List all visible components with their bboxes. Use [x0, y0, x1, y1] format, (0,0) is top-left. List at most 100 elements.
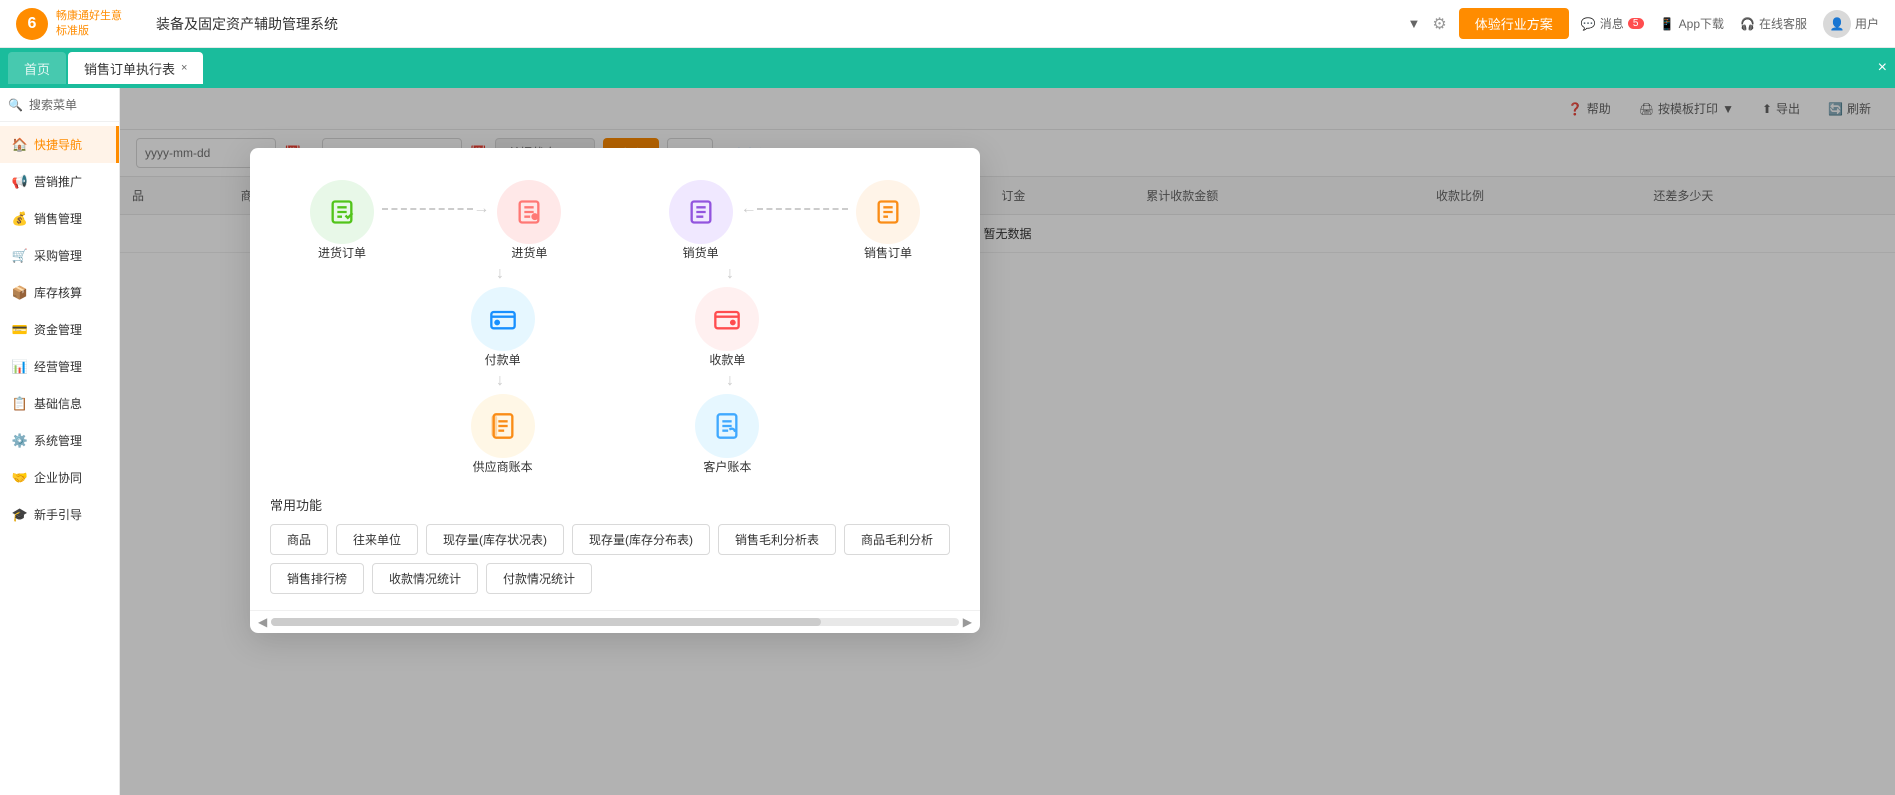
scroll-thumb [271, 618, 821, 626]
system-title: 装备及固定资产辅助管理系统 [156, 14, 1396, 34]
content-area: ❓ 帮助 🖨 按模板打印 ▼ ⬆ 导出 🔄 刷新 📅 - 📅 [120, 88, 1895, 795]
arrow-purchase-order-to-bill: → [374, 200, 497, 218]
sidebar-item-quick-nav[interactable]: 🏠 快捷导航 [0, 126, 119, 163]
user-btn[interactable]: 👤 用户 [1823, 10, 1879, 38]
scroll-right-arrow[interactable]: ▶ [963, 615, 972, 629]
home-icon: 🏠 [12, 137, 28, 153]
tab-sales-order[interactable]: 销售订单执行表 × [68, 52, 203, 84]
settings-icon[interactable]: ⚙ [1432, 14, 1446, 34]
phone-icon: 📱 [1660, 17, 1675, 31]
marketing-icon: 📢 [12, 174, 28, 190]
message-btn[interactable]: 💬 消息 5 [1581, 15, 1644, 32]
receipt-icon [695, 287, 759, 351]
customer-ledger-label: 客户账本 [703, 458, 751, 475]
top-header: 6 畅康通好生意 标准版 装备及固定资产辅助管理系统 ▼ ⚙ 体验行业方案 💬 … [0, 0, 1895, 48]
tab-close-icon[interactable]: × [181, 62, 187, 74]
customer-ledger-node[interactable]: 客户账本 [695, 394, 759, 475]
sidebar-item-inventory[interactable]: 📦 库存核算 [0, 274, 119, 311]
purchase-order-label: 进货订单 [318, 244, 366, 261]
func-payment-stats[interactable]: 付款情况统计 [486, 563, 592, 594]
sale-bill-label: 销货单 [683, 244, 719, 261]
app-download-btn[interactable]: 📱 App下载 [1660, 15, 1724, 32]
payment-icon [471, 287, 535, 351]
search-icon: 🔍 [8, 98, 23, 112]
avatar: 👤 [1823, 10, 1851, 38]
func-product[interactable]: 商品 [270, 524, 328, 555]
func-sales-profit-analysis[interactable]: 销售毛利分析表 [718, 524, 836, 555]
receipt-label: 收款单 [709, 351, 745, 368]
supplier-ledger-icon [471, 394, 535, 458]
operation-icon: 📊 [12, 359, 28, 375]
sidebar-item-finance[interactable]: 💳 资金管理 [0, 311, 119, 348]
close-all-tabs-icon[interactable]: × [1878, 59, 1887, 77]
scroll-left-arrow[interactable]: ◀ [258, 615, 267, 629]
customer-ledger-icon [695, 394, 759, 458]
functions-title: 常用功能 [270, 495, 960, 514]
functions-section: 常用功能 商品 往来单位 现存量(库存状况表) 现存量(库存分布表) 销售毛利分… [250, 495, 980, 610]
down-arrow-receipt: ↓ [690, 372, 770, 390]
sidebar-item-marketing[interactable]: 📢 营销推广 [0, 163, 119, 200]
payment-label: 付款单 [485, 351, 521, 368]
supplier-ledger-label: 供应商账本 [473, 458, 533, 475]
purchase-order-node[interactable]: 进货订单 [310, 180, 374, 261]
func-counterpart[interactable]: 往来单位 [336, 524, 418, 555]
info-icon: 📋 [12, 396, 28, 412]
sidebar-item-system[interactable]: ⚙️ 系统管理 [0, 422, 119, 459]
sidebar-nav: 🏠 快捷导航 📢 营销推广 💰 销售管理 🛒 采购管理 📦 库存核算 💳 [0, 122, 119, 537]
system-dropdown[interactable]: ▼ [1408, 16, 1421, 31]
inventory-icon: 📦 [12, 285, 28, 301]
sale-order-icon [856, 180, 920, 244]
enterprise-icon: 🤝 [12, 470, 28, 486]
sidebar-item-purchase[interactable]: 🛒 采购管理 [0, 237, 119, 274]
sidebar-item-sales[interactable]: 💰 销售管理 [0, 200, 119, 237]
functions-grid-2: 销售排行榜 收款情况统计 付款情况统计 [270, 563, 960, 594]
supplier-ledger-node[interactable]: 供应商账本 [471, 394, 535, 475]
sales-icon: 💰 [12, 211, 28, 227]
flow-down-arrows-2: ↓ ↓ [290, 372, 940, 390]
down-arrow-payment: ↓ [460, 372, 540, 390]
sale-bill-node[interactable]: 销货单 [669, 180, 733, 261]
sidebar: 🔍 搜索菜单 🏠 快捷导航 📢 营销推广 💰 销售管理 🛒 采购管理 📦 [0, 88, 120, 795]
sidebar-item-basic-info[interactable]: 📋 基础信息 [0, 385, 119, 422]
online-service-btn[interactable]: 🎧 在线客服 [1740, 15, 1807, 32]
quick-nav-modal: 进货订单 → 进货单 [250, 148, 980, 633]
header-right: 💬 消息 5 📱 App下载 🎧 在线客服 👤 用户 [1581, 10, 1879, 38]
func-stock-dist[interactable]: 现存量(库存分布表) [572, 524, 710, 555]
arrow-sale-order-to-bill: ← [733, 200, 856, 218]
tab-home[interactable]: 首页 [8, 52, 66, 84]
finance-icon: 💳 [12, 322, 28, 338]
purchase-bill-icon [497, 180, 561, 244]
headset-icon: 🎧 [1740, 17, 1755, 31]
try-button[interactable]: 体验行业方案 [1459, 8, 1569, 39]
logo-text: 畅康通好生意 标准版 [56, 9, 122, 38]
sale-order-node[interactable]: 销售订单 [856, 180, 920, 261]
message-icon: 💬 [1581, 17, 1596, 31]
func-sales-ranking[interactable]: 销售排行榜 [270, 563, 364, 594]
scroll-track[interactable] [271, 618, 959, 626]
main-layout: 🔍 搜索菜单 🏠 快捷导航 📢 营销推广 💰 销售管理 🛒 采购管理 📦 [0, 88, 1895, 795]
purchase-order-icon [310, 180, 374, 244]
sidebar-search[interactable]: 🔍 搜索菜单 [0, 88, 119, 122]
payment-node[interactable]: 付款单 [471, 287, 535, 368]
purchase-icon: 🛒 [12, 248, 28, 264]
guide-icon: 🎓 [12, 507, 28, 523]
system-icon: ⚙️ [12, 433, 28, 449]
purchase-bill-node[interactable]: 进货单 [497, 180, 561, 261]
logo-icon: 6 [16, 8, 48, 40]
sale-bill-icon [669, 180, 733, 244]
func-stock-status[interactable]: 现存量(库存状况表) [426, 524, 564, 555]
logo-area: 6 畅康通好生意 标准版 [16, 8, 136, 40]
sidebar-item-guide[interactable]: 🎓 新手引导 [0, 496, 119, 533]
message-badge: 5 [1628, 18, 1644, 29]
flow-down-arrows: ↓ ↓ [290, 265, 940, 283]
down-arrow-purchase: ↓ [460, 265, 540, 283]
sidebar-item-enterprise[interactable]: 🤝 企业协同 [0, 459, 119, 496]
func-product-profit-analysis[interactable]: 商品毛利分析 [844, 524, 950, 555]
func-receipt-stats[interactable]: 收款情况统计 [372, 563, 478, 594]
flow-diagram: 进货订单 → 进货单 [250, 148, 980, 495]
nav-tabs: 首页 销售订单执行表 × × [0, 48, 1895, 88]
receipt-node[interactable]: 收款单 [695, 287, 759, 368]
functions-grid: 商品 往来单位 现存量(库存状况表) 现存量(库存分布表) 销售毛利分析表 商品… [270, 524, 960, 555]
sidebar-item-operation[interactable]: 📊 经营管理 [0, 348, 119, 385]
scrollbar-row: ◀ ▶ [250, 610, 980, 633]
